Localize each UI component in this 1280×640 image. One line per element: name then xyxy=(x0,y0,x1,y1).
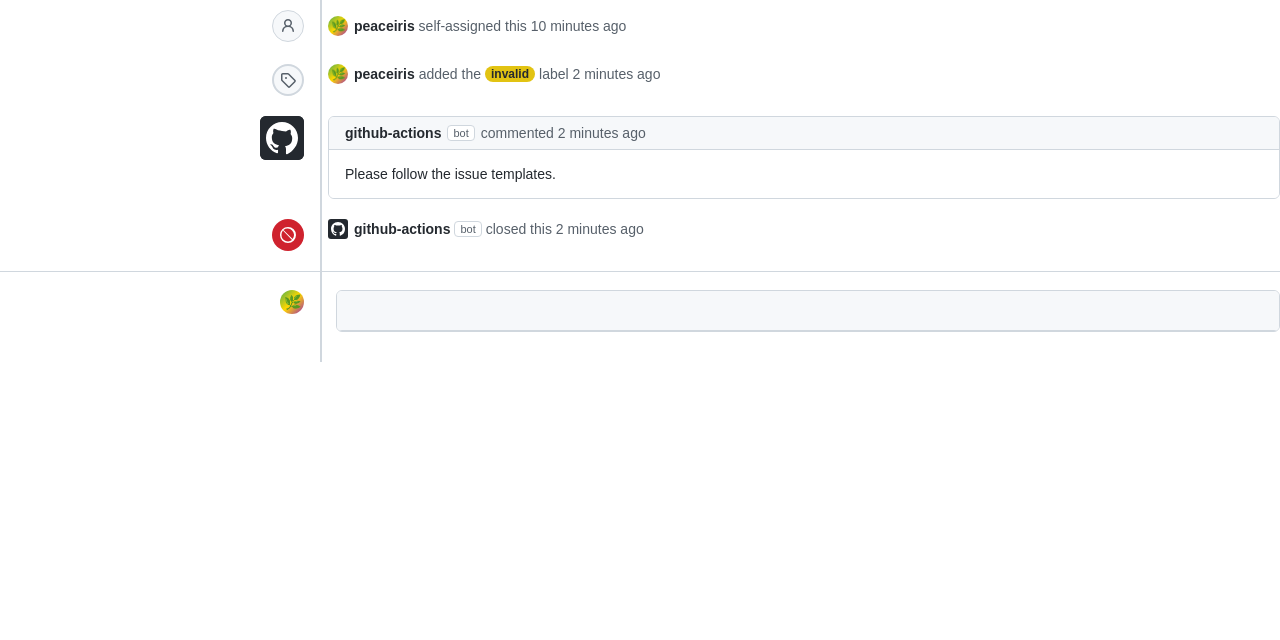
self-assigned-row: 🌿 peaceiris self-assigned this 10 minute… xyxy=(0,0,1280,52)
label-icon-area xyxy=(0,64,320,96)
peaceiris-username-top[interactable]: peaceiris xyxy=(354,18,415,34)
bottom-partial-icon-area: 🌿 xyxy=(0,290,320,314)
peaceiris-avatar-bottom: 🌿 xyxy=(280,290,304,314)
github-actions-small-avatar xyxy=(328,219,348,239)
closed-icon-area xyxy=(0,219,320,251)
closed-content: github-actions bot closed this 2 minutes… xyxy=(320,219,1280,239)
close-icon-circle xyxy=(272,219,304,251)
bot-badge-closed: bot xyxy=(454,221,481,237)
closed-text: github-actions bot closed this 2 minutes… xyxy=(354,221,644,237)
tag-icon xyxy=(280,72,296,88)
timeline: 🌿 peaceiris self-assigned this 10 minute… xyxy=(0,0,1280,362)
peaceiris-username-label[interactable]: peaceiris xyxy=(354,66,415,82)
self-assigned-icon-area xyxy=(0,10,320,42)
closed-row: github-actions bot closed this 2 minutes… xyxy=(0,207,1280,263)
comment-avatar-area xyxy=(0,116,320,160)
github-actions-avatar xyxy=(260,116,304,160)
circle-slash-icon xyxy=(280,227,296,243)
timeline-divider xyxy=(0,271,1280,272)
person-icon-circle xyxy=(272,10,304,42)
comment-body: github-actions bot commented 2 minutes a… xyxy=(328,116,1280,199)
github-actions-username-closed[interactable]: github-actions xyxy=(354,221,450,237)
octocat-large-icon xyxy=(260,116,304,160)
comment-text-body: Please follow the issue templates. xyxy=(329,150,1279,198)
peaceiris-avatar-label: 🌿 xyxy=(328,64,348,84)
comment-time: commented 2 minutes ago xyxy=(481,125,646,141)
partial-comment-box xyxy=(336,290,1280,332)
comment-block: github-actions bot commented 2 minutes a… xyxy=(0,108,1280,207)
label-row: 🌿 peaceiris added the invalid label 2 mi… xyxy=(0,52,1280,108)
tag-icon-circle xyxy=(272,64,304,96)
label-text: peaceiris added the invalid label 2 minu… xyxy=(354,66,660,82)
comment-username[interactable]: github-actions xyxy=(345,125,441,141)
bottom-partial-row: 🌿 xyxy=(0,280,1280,342)
peaceiris-avatar-top: 🌿 xyxy=(328,16,348,36)
self-assigned-text: peaceiris self-assigned this 10 minutes … xyxy=(354,18,626,34)
self-assigned-content: 🌿 peaceiris self-assigned this 10 minute… xyxy=(320,16,1280,36)
person-icon xyxy=(280,18,296,34)
label-content: 🌿 peaceiris added the invalid label 2 mi… xyxy=(320,64,1280,84)
octocat-small-icon xyxy=(331,222,345,236)
comment-header: github-actions bot commented 2 minutes a… xyxy=(329,117,1279,150)
partial-comment-header xyxy=(337,291,1279,331)
bottom-partial-content xyxy=(320,290,1280,332)
bot-badge: bot xyxy=(447,125,474,141)
invalid-label-badge[interactable]: invalid xyxy=(485,66,535,82)
